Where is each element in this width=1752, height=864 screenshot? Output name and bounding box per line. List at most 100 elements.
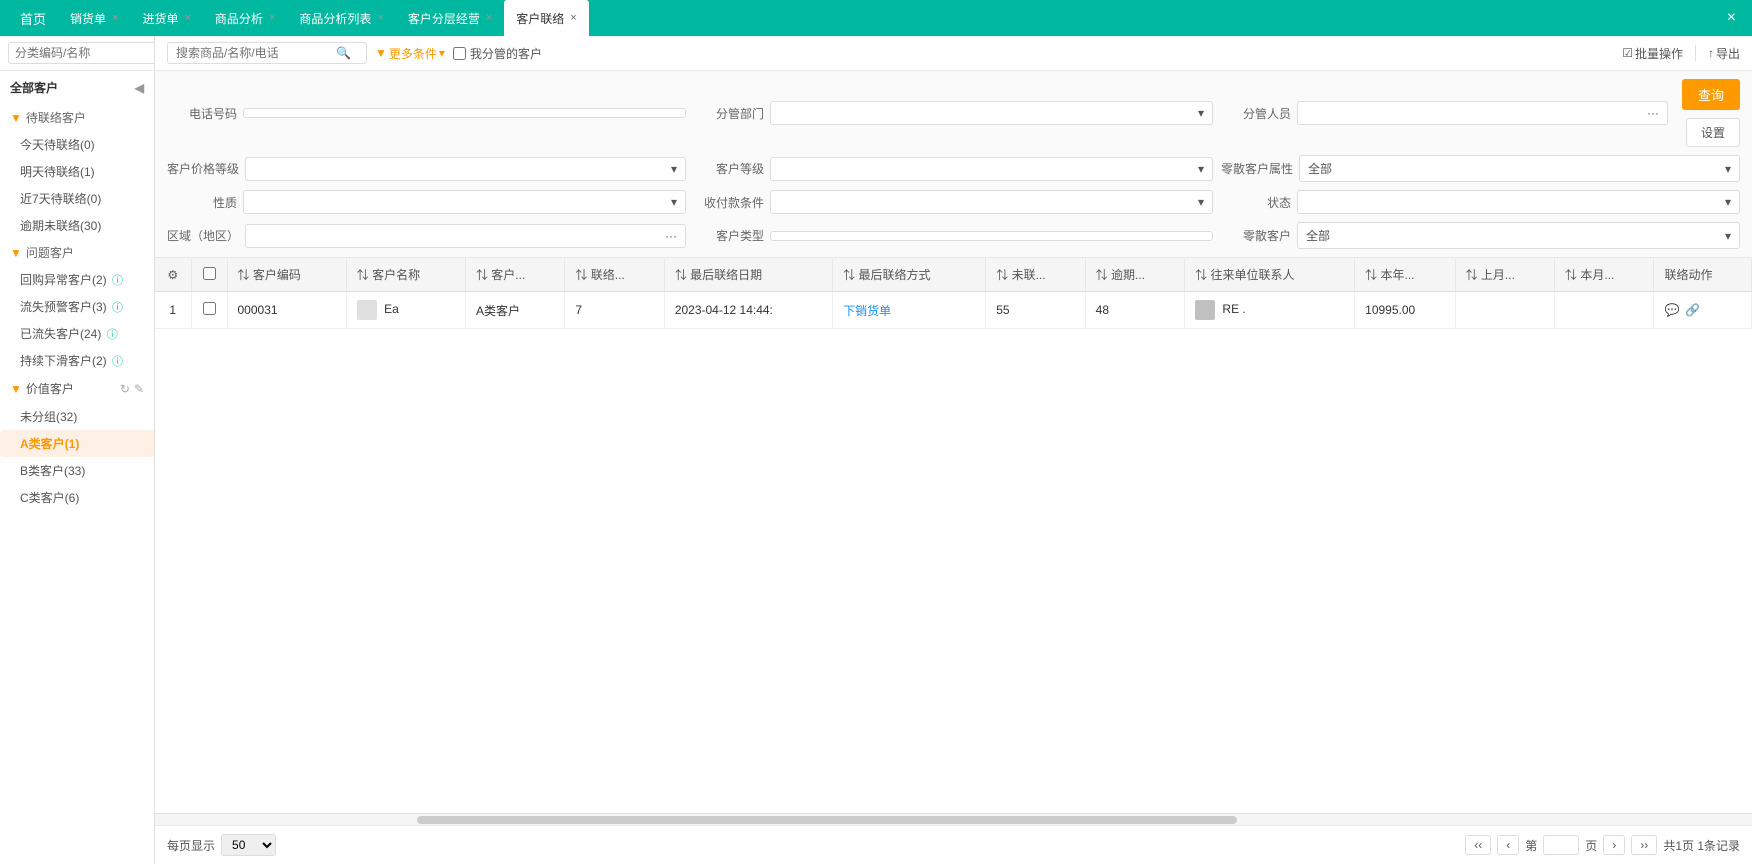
- col-settings[interactable]: ⚙: [155, 258, 191, 292]
- close-customer-seg-tab[interactable]: ×: [486, 12, 492, 24]
- dept-input[interactable]: ▾: [770, 101, 1213, 125]
- col-last-date-sort-icon[interactable]: ⇅: [675, 268, 687, 282]
- retail-input[interactable]: 全部 ▾: [1297, 222, 1740, 249]
- link-icon[interactable]: 🔗: [1685, 303, 1700, 317]
- export-button[interactable]: ↑ 导出: [1708, 45, 1740, 62]
- row-checkbox[interactable]: [191, 292, 227, 329]
- sidebar-item-overdue[interactable]: 逾期未联络(30): [0, 212, 154, 239]
- filter-search-icon[interactable]: 🔍: [336, 46, 351, 60]
- total-pages-label: 页: [1585, 837, 1597, 854]
- retailattr-input[interactable]: 全部 ▾: [1299, 155, 1740, 182]
- col-this-year-sort-icon[interactable]: ⇅: [1365, 268, 1377, 282]
- page-number-input[interactable]: 1: [1543, 835, 1579, 855]
- my-customers-label: 我分管的客户: [470, 45, 542, 62]
- nav-home[interactable]: 首页: [8, 0, 58, 36]
- col-this-month-sort-icon[interactable]: ⇅: [1565, 268, 1577, 282]
- page-next-button[interactable]: ›: [1603, 835, 1625, 855]
- settings-button[interactable]: 设置: [1686, 118, 1740, 147]
- scrollbar-thumb[interactable]: [417, 816, 1237, 824]
- close-purchase-tab[interactable]: ×: [184, 12, 190, 24]
- last-method-link[interactable]: 下销货单: [843, 304, 891, 318]
- sidebar-item-c-class[interactable]: C类客户(6): [0, 484, 154, 511]
- sidebar-item-abnormal[interactable]: 回购异常客户(2) ⓘ: [0, 266, 154, 293]
- nav-tab-customer-contact[interactable]: 客户联络 ×: [504, 0, 588, 36]
- filter-search-input[interactable]: [176, 46, 336, 60]
- customertype-input[interactable]: [770, 231, 1213, 241]
- nature-dropdown-icon: ▾: [671, 195, 677, 209]
- close-analysis-tab[interactable]: ×: [269, 12, 275, 24]
- col-name-sort-icon[interactable]: ⇅: [357, 268, 369, 282]
- nav-tab-analysis-list[interactable]: 商品分析列表 ×: [287, 0, 395, 36]
- refresh-icon[interactable]: ↻: [120, 382, 130, 396]
- page-first-button[interactable]: ‹‹: [1465, 835, 1491, 855]
- message-icon[interactable]: 💬: [1664, 303, 1679, 317]
- col-code-sort-icon[interactable]: ⇅: [238, 268, 250, 282]
- nav-tab-purchase[interactable]: 进货单 ×: [130, 0, 202, 36]
- sidebar-item-b-class[interactable]: B类客户(33): [0, 457, 154, 484]
- per-page-select[interactable]: 50 100 200: [221, 834, 276, 856]
- sidebar-item-unclassified[interactable]: 未分组(32): [0, 403, 154, 430]
- area-input[interactable]: ···: [245, 224, 686, 248]
- col-this-year: ⇅ 本年...: [1355, 258, 1455, 292]
- problem-arrow-icon: ▼: [10, 246, 22, 260]
- sidebar-all-customers-header[interactable]: 全部客户 ◀: [0, 71, 154, 104]
- col-overdue-sort-icon[interactable]: ⇅: [1096, 268, 1108, 282]
- row-last-month: [1455, 292, 1554, 329]
- status-input[interactable]: ▾: [1297, 190, 1740, 214]
- sidebar-value-section[interactable]: ▼ 价值客户 ↻ ✎: [0, 374, 154, 403]
- col-contact-sort-icon[interactable]: ⇅: [575, 268, 587, 282]
- col-not-contact-sort-icon[interactable]: ⇅: [996, 268, 1008, 282]
- col-contact-person-sort-icon[interactable]: ⇅: [1195, 268, 1207, 282]
- row-contact: 7: [565, 292, 664, 329]
- pay-input[interactable]: ▾: [770, 190, 1213, 214]
- filter-search-box[interactable]: 🔍: [167, 42, 367, 64]
- customerlevel-input[interactable]: ▾: [770, 157, 1213, 181]
- col-last-method-sort-icon[interactable]: ⇅: [843, 268, 855, 282]
- sidebar-item-7days[interactable]: 近7天待联络(0): [0, 185, 154, 212]
- pagination-controls: ‹‹ ‹ 第 1 页 › ›› 共1页 1条记录: [1465, 835, 1740, 855]
- page-last-button[interactable]: ››: [1631, 835, 1657, 855]
- manager-input[interactable]: ···: [1297, 101, 1668, 125]
- row-last-method[interactable]: 下销货单: [833, 292, 986, 329]
- pricelevel-input[interactable]: ▾: [245, 157, 686, 181]
- nav-tab-customer-seg[interactable]: 客户分层经营 ×: [396, 0, 504, 36]
- horizontal-scrollbar[interactable]: [155, 813, 1752, 825]
- close-sale-tab[interactable]: ×: [112, 12, 118, 24]
- action-icons: 💬 🔗: [1664, 303, 1741, 317]
- my-customers-filter[interactable]: 我分管的客户: [453, 45, 542, 62]
- sidebar-pending-section[interactable]: ▼ 待联络客户: [0, 104, 154, 131]
- batch-op-button[interactable]: ☑ 批量操作: [1622, 45, 1683, 62]
- sidebar-item-a-class[interactable]: A类客户(1): [0, 430, 154, 457]
- manager-label: 分管人员: [1221, 105, 1291, 122]
- col-level-sort-icon[interactable]: ⇅: [476, 268, 488, 282]
- sidebar-item-warning[interactable]: 流失预警客户(3) ⓘ: [0, 293, 154, 320]
- sidebar-search-input[interactable]: [8, 42, 155, 64]
- query-button[interactable]: 查询: [1682, 79, 1740, 110]
- edit-icon[interactable]: ✎: [134, 382, 144, 396]
- nav-tab-sale[interactable]: 销货单 ×: [58, 0, 130, 36]
- value-arrow-icon: ▼: [10, 382, 22, 396]
- row-select-checkbox[interactable]: [203, 302, 216, 315]
- pay-dropdown-icon: ▾: [1198, 195, 1204, 209]
- select-all-checkbox[interactable]: [203, 267, 216, 280]
- close-customer-contact-tab[interactable]: ×: [570, 12, 576, 24]
- sidebar-item-lost[interactable]: 已流失客户(24) ⓘ: [0, 320, 154, 347]
- sidebar-problem-section[interactable]: ▼ 问题客户: [0, 239, 154, 266]
- nature-input[interactable]: ▾: [243, 190, 686, 214]
- sidebar-item-tomorrow[interactable]: 明天待联络(1): [0, 158, 154, 185]
- page-prev-button[interactable]: ‹: [1497, 835, 1519, 855]
- pricelevel-dropdown-icon: ▾: [671, 162, 677, 176]
- filter-more-button[interactable]: ▼ 更多条件 ▾: [375, 45, 445, 62]
- sidebar-item-today[interactable]: 今天待联络(0): [0, 131, 154, 158]
- window-close-button[interactable]: ×: [1719, 9, 1744, 27]
- nav-tab-analysis[interactable]: 商品分析 ×: [203, 0, 287, 36]
- per-page-label: 每页显示: [167, 837, 215, 854]
- settings-icon[interactable]: ⚙: [167, 268, 178, 282]
- col-last-month-sort-icon[interactable]: ⇅: [1466, 268, 1478, 282]
- col-checkbox[interactable]: [191, 258, 227, 292]
- my-customers-checkbox[interactable]: [453, 47, 466, 60]
- close-analysis-list-tab[interactable]: ×: [377, 12, 383, 24]
- phone-input[interactable]: [243, 108, 686, 118]
- sidebar-item-declining[interactable]: 持续下滑客户(2) ⓘ: [0, 347, 154, 374]
- sidebar-collapse-icon[interactable]: ◀: [135, 81, 144, 95]
